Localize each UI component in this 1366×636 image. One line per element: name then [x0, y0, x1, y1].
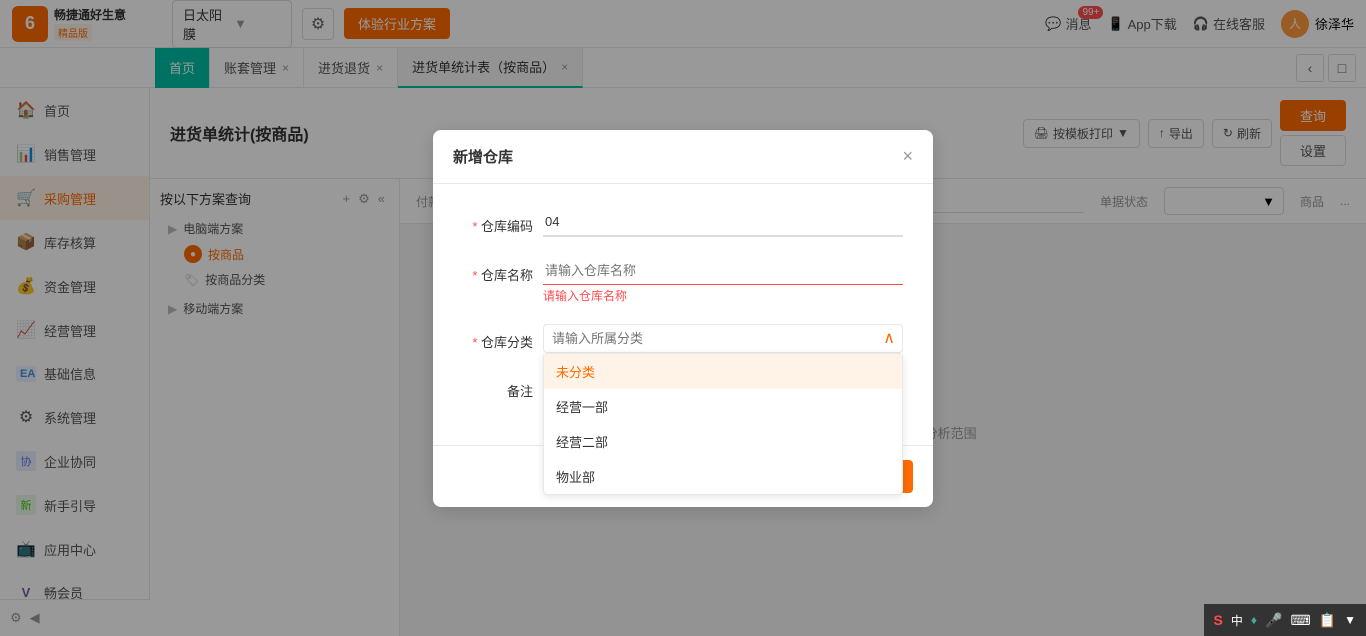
- keyboard-icon: ⌨: [1290, 612, 1310, 629]
- category-select-wrapper: ∧ 未分类 经营一部 经营二部 物业部: [543, 324, 903, 353]
- code-form-control: [543, 208, 903, 237]
- lang-icon: 中: [1231, 612, 1243, 629]
- status-bar: S 中 ♦ 🎤 ⌨ 📋 ▼: [1204, 604, 1366, 636]
- dropdown-item-dept1[interactable]: 经营一部: [544, 389, 902, 424]
- name-form-control: 请输入仓库名称: [543, 257, 903, 304]
- modal-close-button[interactable]: ×: [902, 146, 913, 167]
- clipboard-icon: 📋: [1319, 612, 1336, 629]
- category-dropdown-list: 未分类 经营一部 经营二部 物业部: [543, 353, 903, 495]
- category-label: 仓库分类: [463, 324, 543, 351]
- category-form-control: ∧ 未分类 经营一部 经营二部 物业部: [543, 324, 903, 353]
- code-input[interactable]: [543, 208, 903, 236]
- notes-label: 备注: [463, 373, 543, 400]
- modal-body: 仓库编码 仓库名称 请输入仓库名称 仓库分类: [433, 184, 933, 445]
- name-error-msg: 请输入仓库名称: [543, 287, 903, 304]
- code-form-row: 仓库编码: [463, 208, 903, 237]
- category-input[interactable]: [543, 324, 903, 353]
- dropdown-item-dept2[interactable]: 经营二部: [544, 424, 902, 459]
- name-input[interactable]: [543, 257, 903, 285]
- expand-icon: ▼: [1344, 613, 1356, 627]
- name-form-row: 仓库名称 请输入仓库名称: [463, 257, 903, 304]
- modal-title: 新增仓库: [453, 146, 513, 167]
- modal-overlay: 新增仓库 × 仓库编码 仓库名称 请输入仓库名称: [0, 0, 1366, 636]
- dropdown-item-uncategorized[interactable]: 未分类: [544, 354, 902, 389]
- s-icon: S: [1214, 612, 1223, 628]
- name-label: 仓库名称: [463, 257, 543, 284]
- mic-icon: 🎤: [1265, 612, 1282, 629]
- code-label: 仓库编码: [463, 208, 543, 235]
- new-warehouse-modal: 新增仓库 × 仓库编码 仓库名称 请输入仓库名称: [433, 130, 933, 507]
- status-dot: ♦: [1251, 613, 1257, 627]
- dropdown-item-property[interactable]: 物业部: [544, 459, 902, 494]
- modal-header: 新增仓库 ×: [433, 130, 933, 184]
- category-form-row: 仓库分类 ∧ 未分类 经营一部 经营二部 物业部: [463, 324, 903, 353]
